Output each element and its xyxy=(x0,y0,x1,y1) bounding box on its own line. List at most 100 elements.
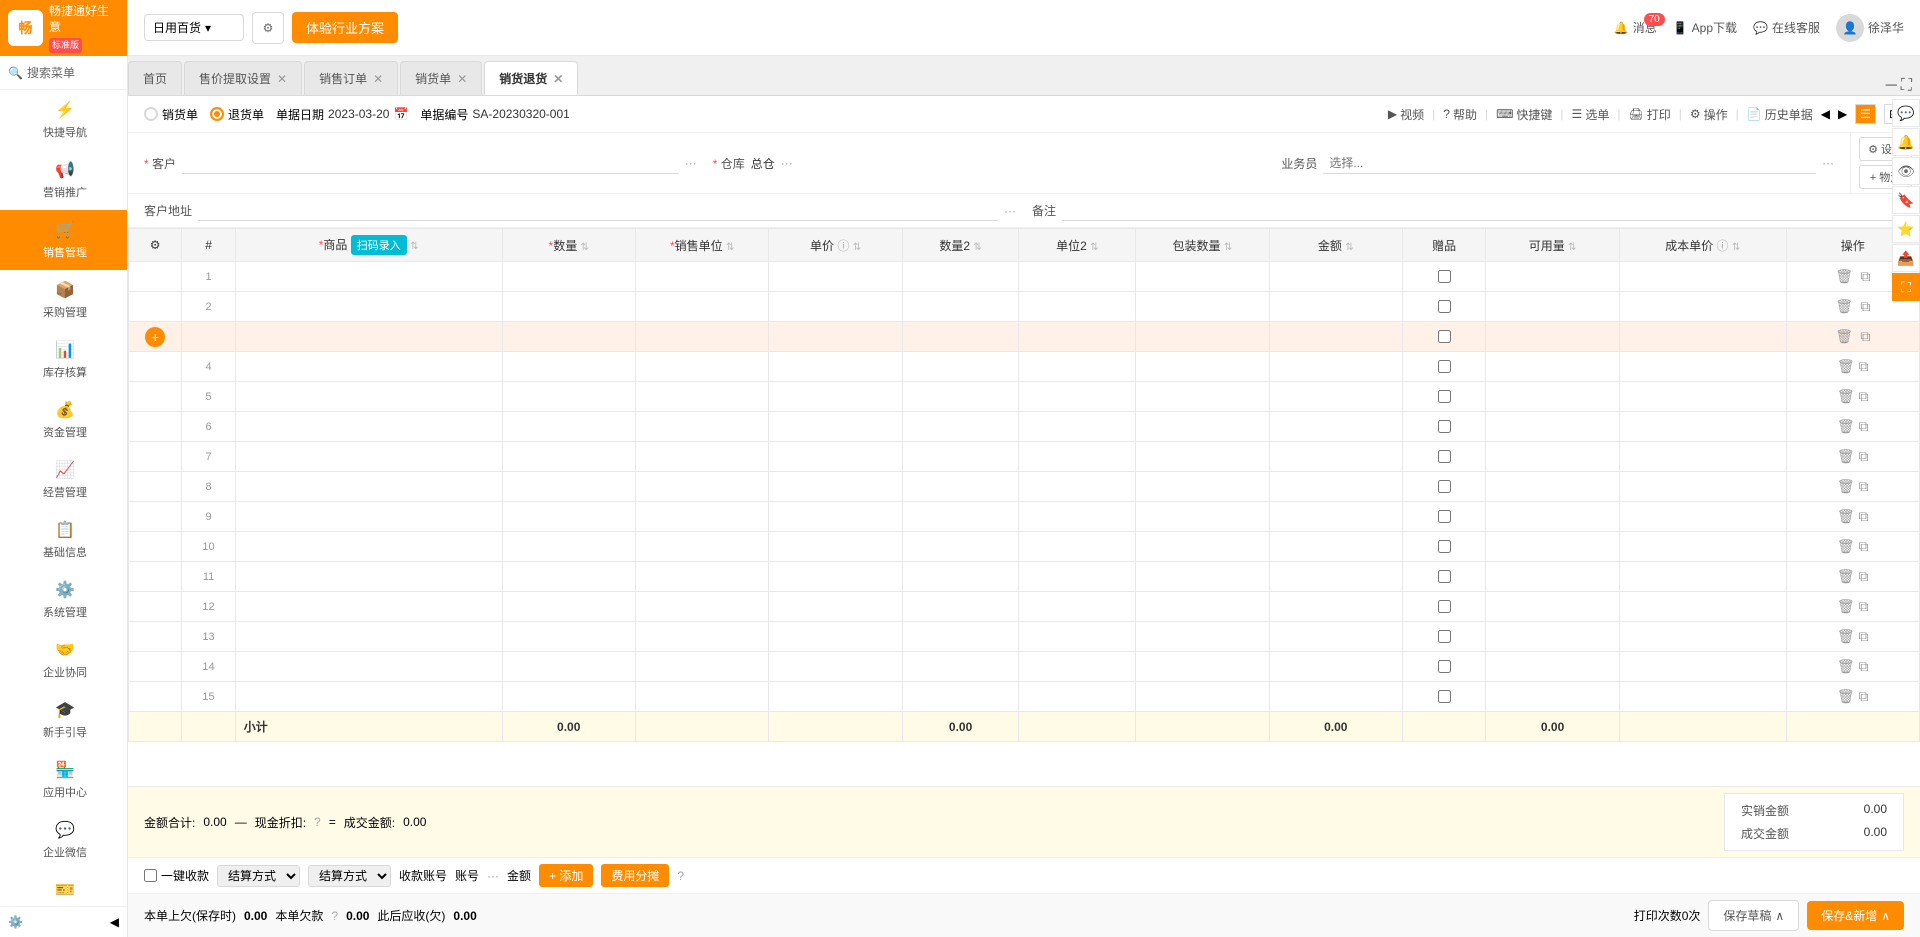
nav-prev-btn[interactable]: ◀ xyxy=(1821,107,1830,121)
tab-home[interactable]: 首页 xyxy=(128,61,182,95)
delete-row-btn[interactable]: 🗑 xyxy=(1835,506,1857,527)
sidebar-collapse-icon[interactable]: ◀ xyxy=(110,915,119,929)
settlement-method-select[interactable]: 结算方式 xyxy=(217,865,300,887)
right-float-chat[interactable]: 💬 xyxy=(1892,99,1920,127)
online-service-item[interactable]: 💬 在线客服 xyxy=(1753,19,1820,36)
right-float-bookmark[interactable]: 🔖 xyxy=(1892,186,1920,214)
row-amount[interactable] xyxy=(1269,292,1402,322)
right-float-bell[interactable]: 🔔 xyxy=(1892,128,1920,156)
select-single-btn[interactable]: ☰ 选单 xyxy=(1572,106,1610,123)
gift-checkbox[interactable] xyxy=(1438,480,1451,493)
gift-checkbox[interactable] xyxy=(1438,690,1451,703)
copy-row-btn[interactable]: ⧉ xyxy=(1858,296,1872,317)
copy-row-btn[interactable]: ⧉ xyxy=(1857,446,1871,467)
sidebar-item-newbie[interactable]: 🎓 新手引导 xyxy=(0,690,127,750)
row-amount[interactable] xyxy=(1269,262,1402,292)
product-input-active[interactable] xyxy=(240,330,498,344)
delete-row-btn[interactable]: 🗑 xyxy=(1835,566,1857,587)
date-picker-icon[interactable]: 📅 xyxy=(393,107,408,121)
staff-input[interactable] xyxy=(1323,153,1816,174)
shortcut-btn[interactable]: ⌨ 快捷键 xyxy=(1496,106,1552,123)
industry-select[interactable]: 日用百货 ▾ xyxy=(144,14,244,41)
delete-row-btn[interactable]: 🗑 xyxy=(1833,296,1855,317)
copy-row-btn[interactable]: ⧉ xyxy=(1857,536,1871,557)
search-menu[interactable]: 🔍 搜索菜单 xyxy=(0,56,127,90)
row-avail[interactable] xyxy=(1486,292,1619,322)
ops-btn[interactable]: ⚙ 操作 xyxy=(1690,106,1728,123)
account-dots[interactable]: ··· xyxy=(487,869,499,883)
copy-row-btn[interactable]: ⧉ xyxy=(1857,656,1871,677)
tab-price-setup-close[interactable]: ✕ xyxy=(277,72,287,86)
customer-dots[interactable]: ··· xyxy=(685,156,697,170)
delete-row-btn[interactable]: 🗑 xyxy=(1833,266,1855,287)
copy-row-btn[interactable]: ⧉ xyxy=(1857,626,1871,647)
gift-checkbox[interactable] xyxy=(1438,600,1451,613)
add-row-btn[interactable]: + xyxy=(145,327,165,347)
row-cost[interactable] xyxy=(1619,262,1786,292)
row-qty2[interactable] xyxy=(902,262,1019,292)
gift-checkbox[interactable] xyxy=(1438,300,1451,313)
warehouse-dots[interactable]: ··· xyxy=(781,156,793,170)
row-price[interactable] xyxy=(769,262,902,292)
tab-sales-delivery[interactable]: 销货单 ✕ xyxy=(400,61,482,95)
delete-row-btn[interactable]: 🗑 xyxy=(1835,386,1857,407)
gift-checkbox[interactable] xyxy=(1438,420,1451,433)
delete-row-btn[interactable]: 🗑 xyxy=(1835,476,1857,497)
row-amount[interactable] xyxy=(1269,322,1402,352)
sidebar-item-finance[interactable]: 💰 资金管理 xyxy=(0,390,127,450)
calc-method-select[interactable]: 结算方式 xyxy=(308,865,391,887)
copy-row-btn[interactable]: ⧉ xyxy=(1857,566,1871,587)
trial-button[interactable]: 体验行业方案 xyxy=(292,12,398,43)
remark-input[interactable] xyxy=(1062,200,1904,221)
delete-row-btn[interactable]: 🗑 xyxy=(1835,416,1857,437)
gift-checkbox[interactable] xyxy=(1438,660,1451,673)
row-pack[interactable] xyxy=(1136,322,1269,352)
sidebar-item-sales[interactable]: 🛒 销售管理 xyxy=(0,210,127,270)
delete-row-btn[interactable]: 🗑 xyxy=(1835,656,1857,677)
copy-row-btn[interactable]: ⧉ xyxy=(1858,266,1872,287)
row-qty2[interactable] xyxy=(902,292,1019,322)
debt-info-icon[interactable]: ? xyxy=(331,909,338,923)
row-unit[interactable] xyxy=(635,262,768,292)
address-input[interactable] xyxy=(198,200,998,221)
save-draft-btn[interactable]: 保存草稿 ∧ xyxy=(1708,900,1799,931)
delete-row-btn[interactable]: 🗑 xyxy=(1835,626,1857,647)
row-unit2[interactable] xyxy=(1019,262,1136,292)
radio-sales[interactable]: 销货单 xyxy=(144,106,198,123)
sidebar-item-operation[interactable]: 📈 经营管理 xyxy=(0,450,127,510)
row-cost[interactable] xyxy=(1619,292,1786,322)
gift-checkbox[interactable] xyxy=(1438,570,1451,583)
sidebar-item-marketing[interactable]: 📢 营销推广 xyxy=(0,150,127,210)
copy-row-btn[interactable]: ⧉ xyxy=(1857,356,1871,377)
notification-item[interactable]: 🔔 消息 70 xyxy=(1614,19,1657,36)
save-new-btn[interactable]: 保存&新增 ∧ xyxy=(1807,901,1904,930)
sidebar-settings-icon[interactable]: ⚙️ xyxy=(8,915,23,929)
row-avail[interactable] xyxy=(1486,322,1619,352)
app-download-item[interactable]: 📱 App下载 xyxy=(1673,19,1737,36)
gift-checkbox[interactable] xyxy=(1438,360,1451,373)
row-qty[interactable] xyxy=(502,322,635,352)
copy-row-btn[interactable]: ⧉ xyxy=(1857,416,1871,437)
topbar-gear-btn[interactable]: ⚙ xyxy=(252,12,284,44)
delete-row-btn[interactable]: 🗑 xyxy=(1835,596,1857,617)
discount-info-icon[interactable]: ? xyxy=(314,815,321,829)
copy-row-btn[interactable]: ⧉ xyxy=(1857,386,1871,407)
row-unit[interactable] xyxy=(635,322,768,352)
view-list-btn[interactable]: ☰ xyxy=(1855,104,1876,124)
row-unit2[interactable] xyxy=(1019,292,1136,322)
cost-info-icon[interactable]: ⓘ xyxy=(1716,239,1728,253)
sidebar-item-basic[interactable]: 📋 基础信息 xyxy=(0,510,127,570)
row-price[interactable] xyxy=(769,292,902,322)
staff-dots[interactable]: ··· xyxy=(1822,156,1834,170)
right-float-eye[interactable]: 👁 xyxy=(1892,157,1920,185)
row-product[interactable] xyxy=(235,292,502,322)
delete-row-btn[interactable]: 🗑 xyxy=(1835,686,1857,707)
user-item[interactable]: 👤 徐泽华 xyxy=(1836,14,1904,42)
row-qty[interactable] xyxy=(502,262,635,292)
window-minimize-icon[interactable]: ─ xyxy=(1885,77,1896,95)
row-unit2[interactable] xyxy=(1019,322,1136,352)
gift-checkbox[interactable] xyxy=(1438,390,1451,403)
tab-price-setup[interactable]: 售价提取设置 ✕ xyxy=(184,61,302,95)
col-gear[interactable]: ⚙ xyxy=(129,229,182,262)
right-float-expand[interactable]: ⛶ xyxy=(1892,273,1920,301)
